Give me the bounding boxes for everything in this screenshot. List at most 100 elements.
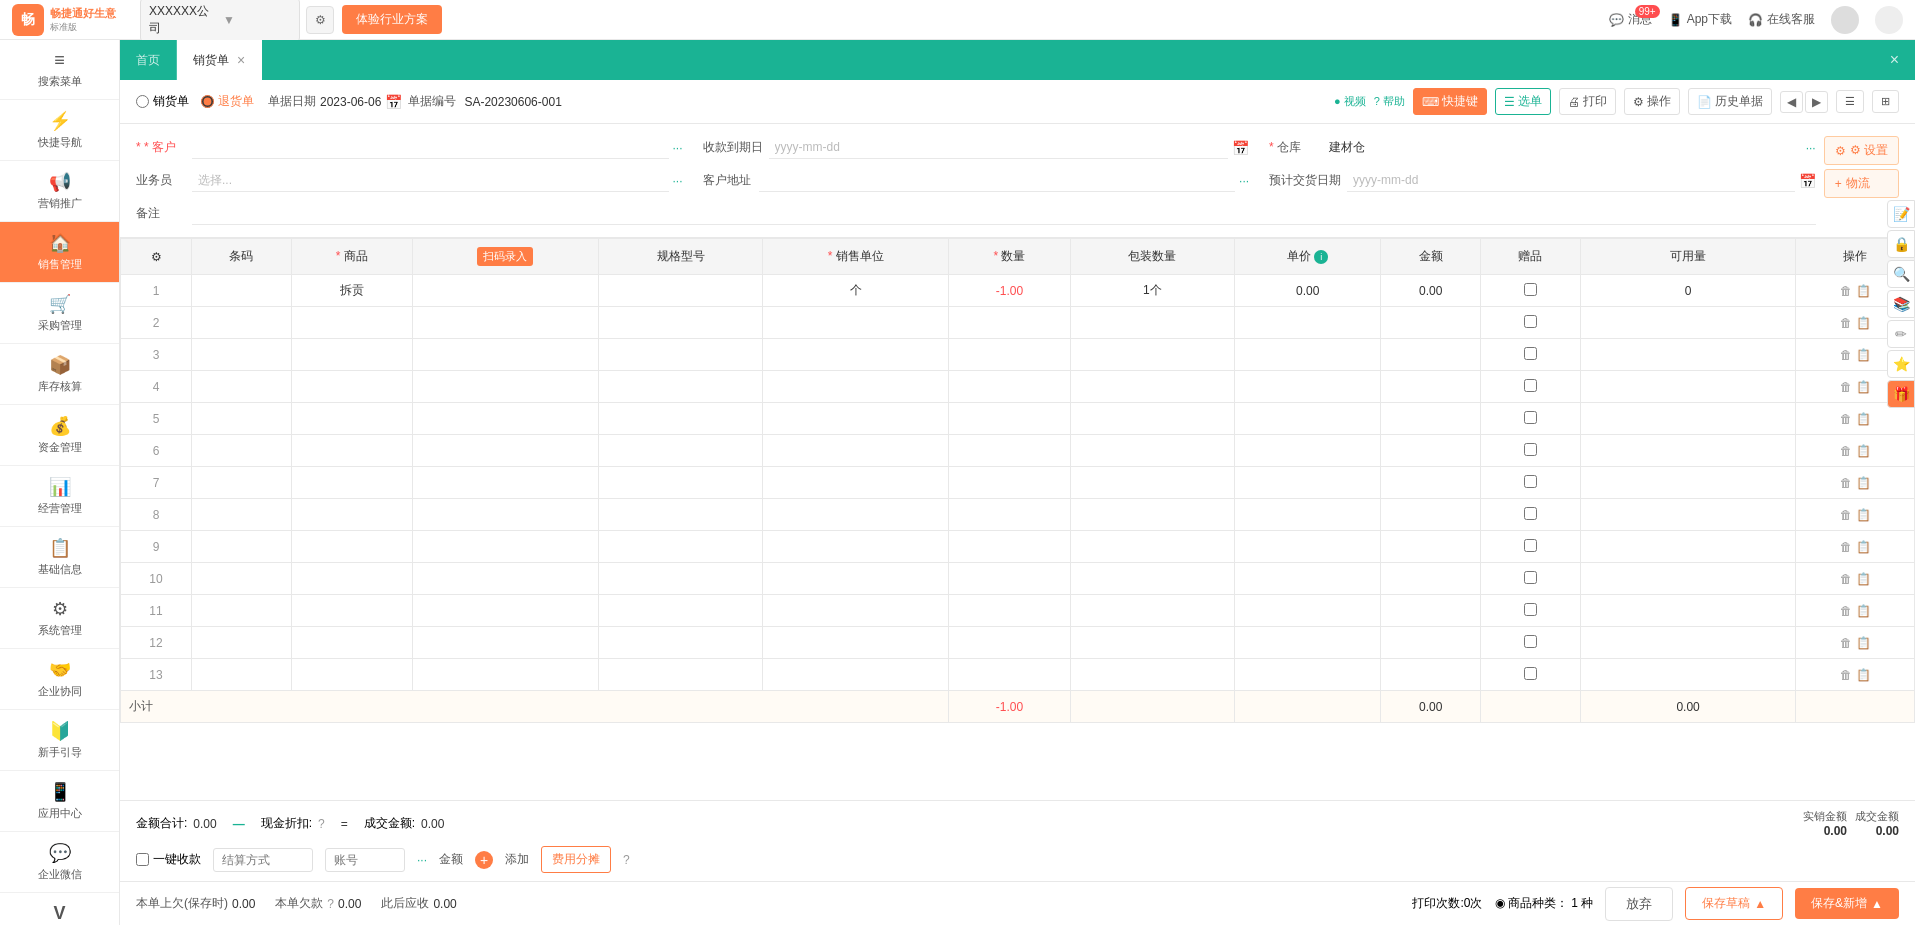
copy-icon[interactable]: 📋 (1856, 380, 1871, 394)
delete-icon[interactable]: 🗑 (1840, 380, 1852, 394)
setting-button[interactable]: ⚙ ⚙ 设置 (1824, 136, 1899, 165)
th-scan[interactable]: 扫码录入 (413, 239, 599, 275)
payment-cal-icon[interactable]: 📅 (1232, 140, 1249, 156)
video-link[interactable]: ● 视频 (1334, 94, 1366, 109)
sidebar-item-member[interactable]: V 畅会员 (0, 893, 119, 925)
shortcut-button[interactable]: ⌨快捷键 (1413, 88, 1487, 115)
account-more-icon[interactable]: ··· (417, 853, 427, 867)
history-button[interactable]: 📄历史单据 (1688, 88, 1772, 115)
one-click-collect-checkbox[interactable]: 一键收款 (136, 851, 201, 868)
salesperson-more-icon[interactable]: ··· (673, 174, 683, 188)
tab-home[interactable]: 首页 (120, 40, 177, 80)
debt-info-icon[interactable]: ? (327, 897, 334, 911)
copy-icon[interactable]: 📋 (1856, 508, 1871, 522)
scan-button[interactable]: 扫码录入 (477, 247, 533, 266)
quick-icon-4[interactable]: 📚 (1887, 290, 1915, 318)
copy-icon[interactable]: 📋 (1856, 636, 1871, 650)
company-selector[interactable]: XXXXXX公司 ▼ (140, 0, 300, 42)
customer-input[interactable] (192, 136, 669, 159)
logistics-button[interactable]: + 物流 (1824, 169, 1899, 198)
tab-sales-order[interactable]: 销货单 × (177, 40, 262, 80)
settings-icon[interactable]: ⚙ (306, 6, 334, 34)
online-service-button[interactable]: 🎧 在线客服 (1748, 11, 1815, 28)
help-link[interactable]: ? 帮助 (1374, 94, 1405, 109)
sidebar-item-wechat[interactable]: 💬 企业微信 (0, 832, 119, 893)
expense-split-button[interactable]: 费用分摊 (541, 846, 611, 873)
th-settings[interactable]: ⚙ (121, 239, 192, 275)
sidebar-item-basic-info[interactable]: 📋 基础信息 (0, 527, 119, 588)
print-button[interactable]: 🖨打印 (1559, 88, 1616, 115)
sidebar-item-ops[interactable]: 📊 经营管理 (0, 466, 119, 527)
grid-view-button[interactable]: ⊞ (1872, 90, 1899, 113)
delete-icon[interactable]: 🗑 (1840, 444, 1852, 458)
sidebar-item-system[interactable]: ⚙ 系统管理 (0, 588, 119, 649)
delete-icon[interactable]: 🗑 (1840, 508, 1852, 522)
quick-icon-5[interactable]: ✏ (1887, 320, 1915, 348)
close-all-tabs-button[interactable]: × (1874, 40, 1915, 80)
sidebar-item-guide[interactable]: 🔰 新手引导 (0, 710, 119, 771)
payment-due-input[interactable] (769, 136, 1229, 159)
trial-button[interactable]: 体验行业方案 (342, 5, 442, 34)
notes-input[interactable] (192, 202, 1816, 225)
delete-icon[interactable]: 🗑 (1840, 284, 1852, 298)
sidebar-item-sales[interactable]: 🏠 销售管理 (0, 222, 119, 283)
delete-icon[interactable]: 🗑 (1840, 604, 1852, 618)
account-input[interactable] (325, 848, 405, 872)
sidebar-item-purchase[interactable]: 🛒 采购管理 (0, 283, 119, 344)
copy-icon[interactable]: 📋 (1856, 540, 1871, 554)
customer-more-icon[interactable]: ··· (673, 141, 683, 155)
sidebar-item-inventory[interactable]: 📦 库存核算 (0, 344, 119, 405)
copy-icon[interactable]: 📋 (1856, 284, 1871, 298)
prev-arrow[interactable]: ◀ (1780, 91, 1803, 113)
message-button[interactable]: 💬 消息 99+ (1609, 11, 1652, 28)
calendar-icon[interactable]: 📅 (385, 94, 402, 110)
sidebar-item-quick-nav[interactable]: ⚡ 快捷导航 (0, 100, 119, 161)
customer-addr-input[interactable] (759, 169, 1236, 192)
copy-icon[interactable]: 📋 (1856, 348, 1871, 362)
copy-icon[interactable]: 📋 (1856, 572, 1871, 586)
radio-sale-order[interactable]: 销货单 (136, 93, 189, 110)
sidebar-item-finance[interactable]: 💰 资金管理 (0, 405, 119, 466)
delete-icon[interactable]: 🗑 (1840, 540, 1852, 554)
delete-icon[interactable]: 🗑 (1840, 348, 1852, 362)
delete-icon[interactable]: 🗑 (1840, 636, 1852, 650)
sidebar-item-collab[interactable]: 🤝 企业协同 (0, 649, 119, 710)
delivery-cal-icon[interactable]: 📅 (1799, 173, 1816, 189)
copy-icon[interactable]: 📋 (1856, 604, 1871, 618)
copy-icon[interactable]: 📋 (1856, 668, 1871, 682)
add-payment-button[interactable]: + (475, 851, 493, 869)
discard-button[interactable]: 放弃 (1605, 887, 1673, 921)
quick-icon-2[interactable]: 🔒 (1887, 230, 1915, 258)
delete-icon[interactable]: 🗑 (1840, 668, 1852, 682)
quick-icon-7[interactable]: 🎁 (1887, 380, 1915, 408)
expected-delivery-input[interactable] (1347, 169, 1795, 192)
copy-icon[interactable]: 📋 (1856, 316, 1871, 330)
save-draft-button[interactable]: 保存草稿 ▲ (1685, 887, 1783, 920)
quick-icon-6[interactable]: ⭐ (1887, 350, 1915, 378)
expense-help-icon[interactable]: ? (623, 853, 630, 867)
salesperson-input[interactable] (192, 169, 669, 192)
tab-close-icon[interactable]: × (237, 52, 245, 68)
delete-icon[interactable]: 🗑 (1840, 476, 1852, 490)
save-new-button[interactable]: 保存&新增 ▲ (1795, 888, 1899, 919)
list-view-button[interactable]: ☰ (1836, 90, 1864, 113)
select-order-button[interactable]: ☰选单 (1495, 88, 1551, 115)
copy-icon[interactable]: 📋 (1856, 444, 1871, 458)
sidebar-item-marketing[interactable]: 📢 营销推广 (0, 161, 119, 222)
app-download-button[interactable]: 📱 App下载 (1668, 11, 1732, 28)
addr-more-icon[interactable]: ··· (1239, 174, 1249, 188)
next-arrow[interactable]: ▶ (1805, 91, 1828, 113)
avatar[interactable] (1831, 6, 1859, 34)
delete-icon[interactable]: 🗑 (1840, 572, 1852, 586)
sidebar-item-apps[interactable]: 📱 应用中心 (0, 771, 119, 832)
copy-icon[interactable]: 📋 (1856, 412, 1871, 426)
delete-icon[interactable]: 🗑 (1840, 316, 1852, 330)
delete-icon[interactable]: 🗑 (1840, 412, 1852, 426)
discount-info-icon[interactable]: ? (318, 817, 325, 831)
copy-icon[interactable]: 📋 (1856, 476, 1871, 490)
radio-return-order[interactable]: 退货单 (201, 93, 254, 110)
operate-button[interactable]: ⚙操作 (1624, 88, 1680, 115)
quick-icon-3[interactable]: 🔍 (1887, 260, 1915, 288)
warehouse-more-icon[interactable]: ··· (1806, 141, 1816, 155)
sidebar-item-search[interactable]: ≡ 搜索菜单 (0, 40, 119, 100)
